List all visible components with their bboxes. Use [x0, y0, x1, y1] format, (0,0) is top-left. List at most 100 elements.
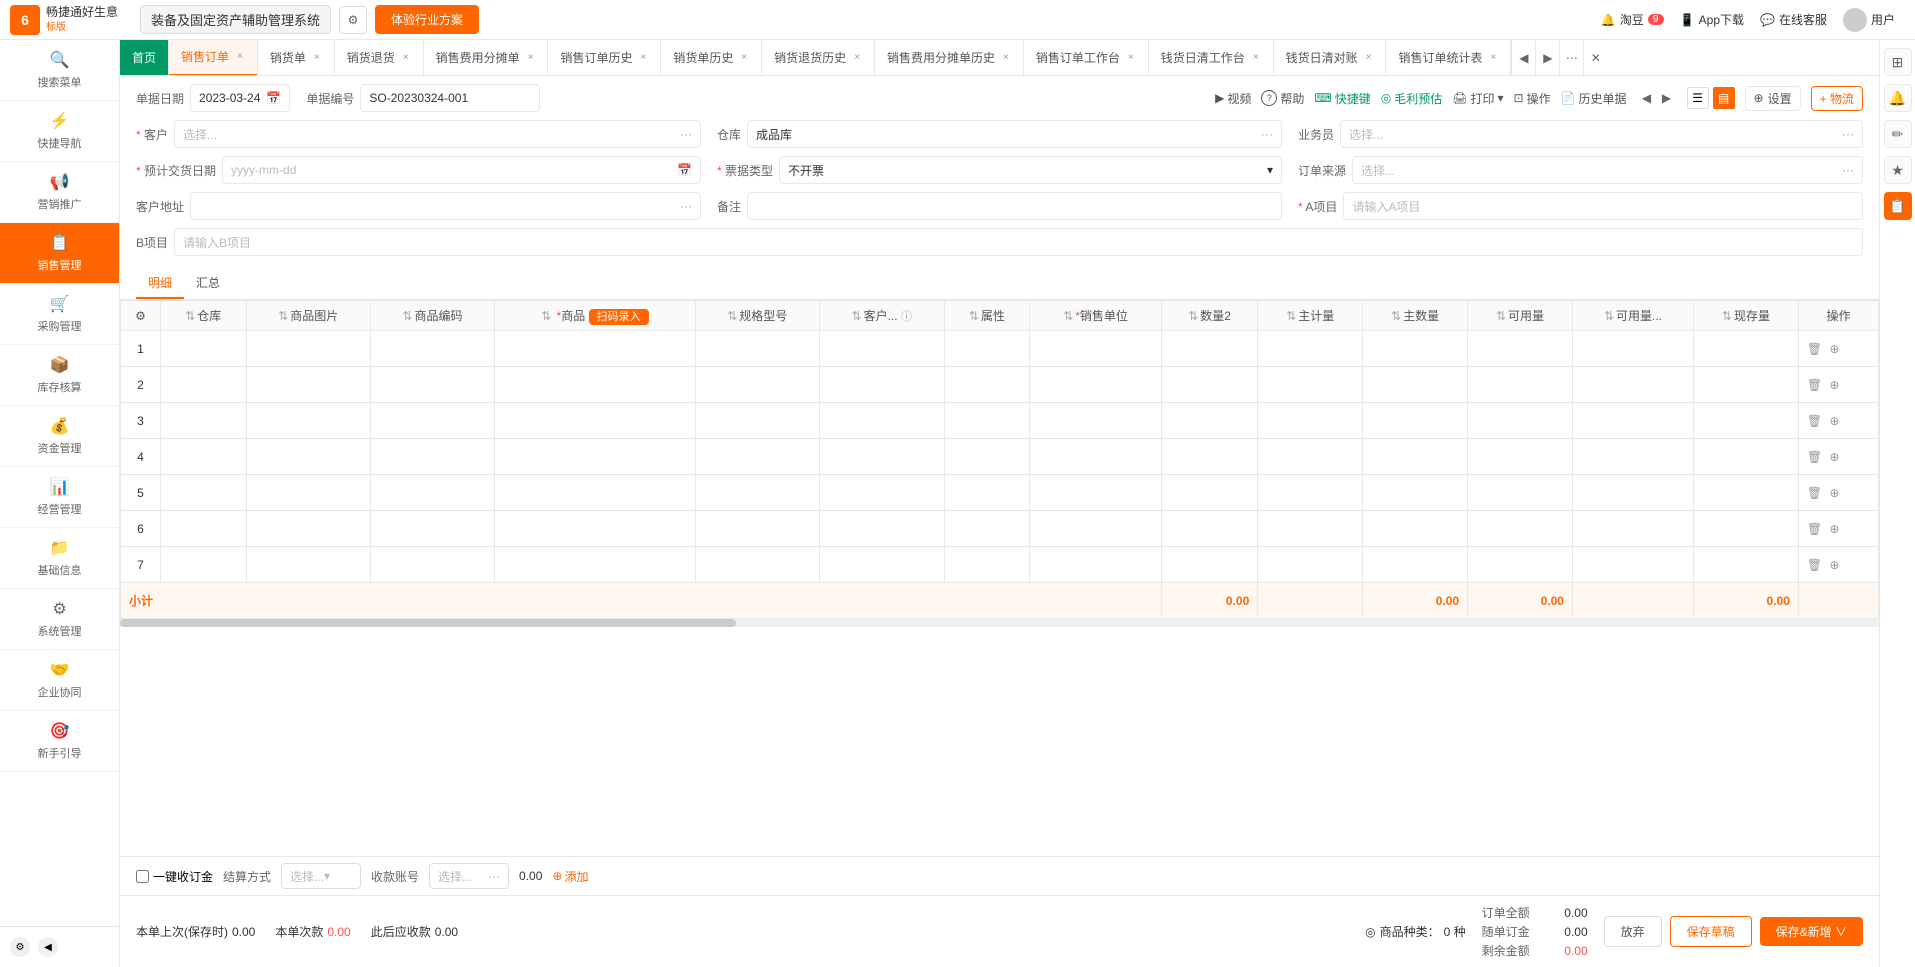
row-7-code[interactable]: [370, 547, 494, 583]
right-panel-grid-button[interactable]: ⊞: [1884, 48, 1912, 76]
row-1-main-qty[interactable]: [1363, 331, 1468, 367]
prev-record-button[interactable]: ◀: [1637, 88, 1657, 108]
row-7-copy-icon[interactable]: ⊕: [1829, 558, 1839, 572]
row-4-stock[interactable]: [1694, 439, 1799, 475]
row-1-code[interactable]: [370, 331, 494, 367]
sidebar-collapse-button[interactable]: ⚙: [10, 937, 30, 957]
tab-nav-left[interactable]: ◀: [1511, 40, 1535, 76]
row-2-main-qty[interactable]: [1363, 367, 1468, 403]
form-view-button[interactable]: ▤: [1713, 87, 1735, 109]
checkout-checkbox-input[interactable]: [136, 870, 149, 883]
tab-nav-close[interactable]: ✕: [1583, 40, 1607, 76]
row-5-spec[interactable]: [695, 475, 819, 511]
row-4-qty2[interactable]: [1161, 439, 1257, 475]
row-7-name[interactable]: [495, 547, 696, 583]
row-1-available[interactable]: [1468, 331, 1573, 367]
th-available2[interactable]: ⇅可用量...: [1572, 301, 1693, 331]
row-3-unit[interactable]: [1030, 403, 1162, 439]
row-1-available2[interactable]: [1572, 331, 1693, 367]
sidebar-item-basic-info[interactable]: 📁 基础信息: [0, 528, 119, 589]
row-3-warehouse[interactable]: [161, 403, 247, 439]
row-5-main-unit[interactable]: [1258, 475, 1363, 511]
date-input[interactable]: 2023-03-24 📅: [190, 84, 290, 112]
row-3-available2[interactable]: [1572, 403, 1693, 439]
order-source-input[interactable]: 选择... ···: [1352, 156, 1863, 184]
row-2-stock[interactable]: [1694, 367, 1799, 403]
remark-input[interactable]: [747, 192, 1282, 220]
tab-home[interactable]: 首页: [120, 40, 169, 76]
sidebar-item-quicknav[interactable]: ⚡ 快捷导航: [0, 101, 119, 162]
row-6-copy-icon[interactable]: ⊕: [1829, 522, 1839, 536]
scan-button[interactable]: 扫码录入: [589, 309, 649, 325]
row-7-available2[interactable]: [1572, 547, 1693, 583]
profit-forecast-button[interactable]: ◎ 毛利预估: [1381, 90, 1443, 107]
sidebar-toggle-button[interactable]: ◀: [38, 937, 58, 957]
row-7-spec[interactable]: [695, 547, 819, 583]
customer-dots-button[interactable]: ···: [680, 127, 692, 141]
th-customer-code[interactable]: ⇅客户... ⓘ: [819, 301, 944, 331]
tab-close-return-history[interactable]: ×: [852, 51, 862, 64]
tab-close-invoice-history[interactable]: ×: [739, 51, 749, 64]
row-3-qty2[interactable]: [1161, 403, 1257, 439]
row-5-attribute[interactable]: [944, 475, 1030, 511]
row-4-delete-icon[interactable]: 🗑: [1807, 450, 1822, 464]
row-6-delete-icon[interactable]: 🗑: [1807, 522, 1822, 536]
tab-nav-right[interactable]: ▶: [1535, 40, 1559, 76]
row-6-code[interactable]: [370, 511, 494, 547]
customer-input[interactable]: 选择... ···: [174, 120, 701, 148]
row-6-qty2[interactable]: [1161, 511, 1257, 547]
th-warehouse[interactable]: ⇅仓库: [161, 301, 247, 331]
detail-tab-detail[interactable]: 明细: [136, 268, 184, 299]
payment-method-select[interactable]: 选择... ▾: [281, 863, 361, 889]
tab-close-sales-expense[interactable]: ×: [526, 51, 536, 64]
row-6-main-qty[interactable]: [1363, 511, 1468, 547]
th-code[interactable]: ⇅商品编码: [370, 301, 494, 331]
row-1-customer-code[interactable]: [819, 331, 944, 367]
row-6-customer-code[interactable]: [819, 511, 944, 547]
row-1-attribute[interactable]: [944, 331, 1030, 367]
user-button[interactable]: 用户: [1843, 8, 1895, 32]
sidebar-item-purchase[interactable]: 🛒 采购管理: [0, 284, 119, 345]
th-available[interactable]: ⇅可用量: [1468, 301, 1573, 331]
scrollbar-thumb[interactable]: [120, 619, 736, 627]
row-5-name[interactable]: [495, 475, 696, 511]
tab-return-history[interactable]: 销货退货历史 ×: [762, 40, 875, 76]
doc-num-input[interactable]: SO-20230324-001: [360, 84, 540, 112]
th-unit[interactable]: ⇅*销售单位: [1030, 301, 1162, 331]
row-5-qty2[interactable]: [1161, 475, 1257, 511]
row-6-stock[interactable]: [1694, 511, 1799, 547]
th-image[interactable]: ⇅商品图片: [246, 301, 370, 331]
row-4-attribute[interactable]: [944, 439, 1030, 475]
row-3-spec[interactable]: [695, 403, 819, 439]
staff-dots-button[interactable]: ···: [1842, 127, 1854, 141]
online-service-button[interactable]: 💬 在线客服: [1760, 11, 1827, 28]
row-5-warehouse[interactable]: [161, 475, 247, 511]
row-4-code[interactable]: [370, 439, 494, 475]
tab-close-sales-return[interactable]: ×: [401, 51, 411, 64]
row-1-warehouse[interactable]: [161, 331, 247, 367]
customer-address-input[interactable]: ···: [190, 192, 701, 220]
row-7-delete-icon[interactable]: 🗑: [1807, 558, 1822, 572]
warehouse-dots-button[interactable]: ···: [1261, 127, 1273, 141]
tab-sales-return[interactable]: 销货退货 ×: [335, 40, 424, 76]
row-6-available[interactable]: [1468, 511, 1573, 547]
row-5-customer-code[interactable]: [819, 475, 944, 511]
row-2-code[interactable]: [370, 367, 494, 403]
row-2-copy-icon[interactable]: ⊕: [1829, 378, 1839, 392]
row-4-spec[interactable]: [695, 439, 819, 475]
sidebar-item-search[interactable]: 🔍 搜索菜单: [0, 40, 119, 101]
row-7-main-qty[interactable]: [1363, 547, 1468, 583]
row-3-stock[interactable]: [1694, 403, 1799, 439]
warehouse-input[interactable]: 成品库 ···: [747, 120, 1282, 148]
row-3-main-unit[interactable]: [1258, 403, 1363, 439]
notice-button[interactable]: 🔔 淘豆 9: [1601, 11, 1664, 28]
right-panel-star-button[interactable]: ★: [1884, 156, 1912, 184]
th-qty2[interactable]: ⇅数量2: [1161, 301, 1257, 331]
row-3-code[interactable]: [370, 403, 494, 439]
row-5-code[interactable]: [370, 475, 494, 511]
tab-close-sales-stats[interactable]: ×: [1488, 51, 1498, 64]
row-2-spec[interactable]: [695, 367, 819, 403]
row-7-available[interactable]: [1468, 547, 1573, 583]
row-4-available[interactable]: [1468, 439, 1573, 475]
row-3-delete-icon[interactable]: 🗑: [1807, 414, 1822, 428]
